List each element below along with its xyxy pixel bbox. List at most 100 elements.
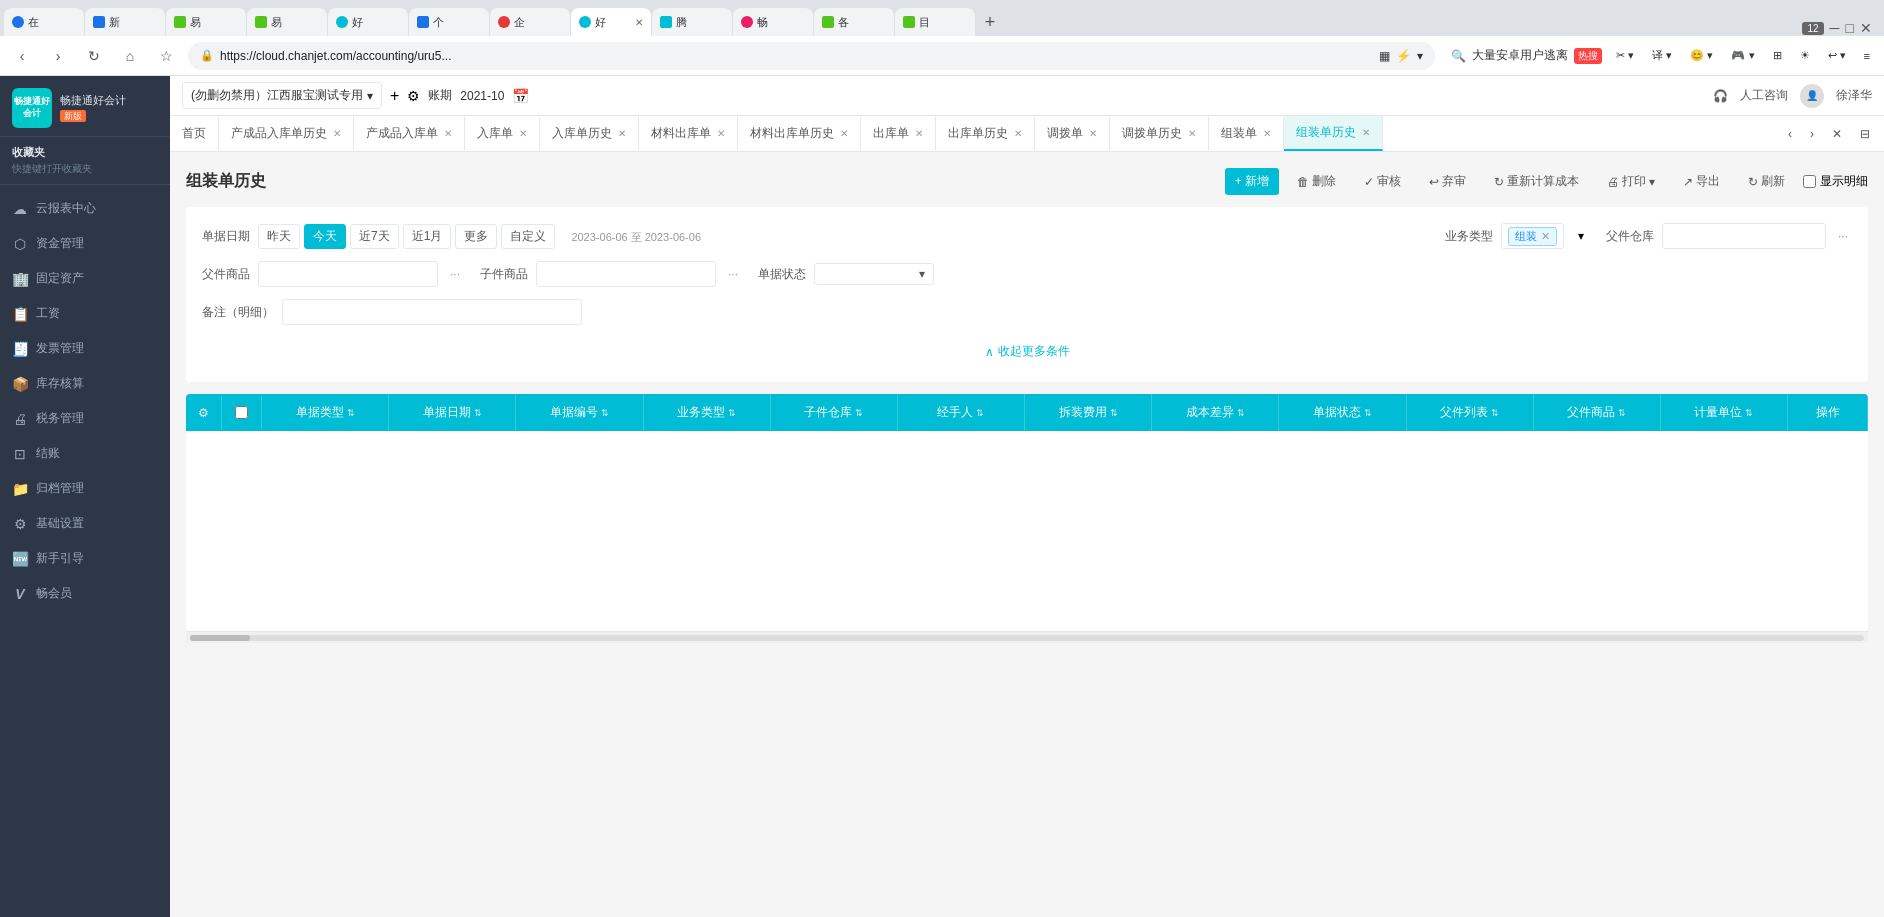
parent-goods-more[interactable]: ··· [446,267,464,281]
print-button[interactable]: 🖨 打印 ▾ [1597,168,1665,195]
browser-tab-6[interactable]: 个 [409,8,489,36]
menu-tool[interactable]: ≡ [1858,48,1876,64]
browser-tab-7[interactable]: 企 [490,8,570,36]
tab-prod-inbound-history-close[interactable]: ✕ [333,128,341,139]
th-unit[interactable]: 计量单位 ⇅ [1661,394,1788,431]
tab-transfer-history-close[interactable]: ✕ [1188,128,1196,139]
tab-inbound-history[interactable]: 入库单历史 ✕ [540,117,639,150]
tab-inbound[interactable]: 入库单 ✕ [465,117,540,150]
notes-input[interactable] [282,299,582,325]
sidebar-item-new-guide[interactable]: 🆕 新手引导 [0,541,170,576]
th-biz-type[interactable]: 业务类型 ⇅ [644,394,771,431]
browser-tab-5[interactable]: 好 [328,8,408,36]
date-btn-more[interactable]: 更多 [455,224,497,249]
parent-warehouse-more[interactable]: ··· [1834,229,1852,243]
sidebar-item-invoice[interactable]: 🧾 发票管理 [0,331,170,366]
approve-button[interactable]: ✓ 审核 [1354,168,1411,195]
slip-status-dropdown[interactable]: ▾ [814,263,934,285]
translate-tool[interactable]: 译 ▾ [1646,46,1678,65]
th-disassembly-cost[interactable]: 拆装费用 ⇅ [1025,394,1152,431]
scrollbar-track[interactable] [190,635,1864,641]
th-gear[interactable]: ⚙ [186,396,222,430]
date-btn-custom[interactable]: 自定义 [501,224,555,249]
tab-material-outbound-history-close[interactable]: ✕ [840,128,848,139]
service-label[interactable]: 人工咨询 [1740,87,1788,104]
delete-button[interactable]: 🗑 删除 [1287,168,1346,195]
tab-material-outbound[interactable]: 材料出库单 ✕ [639,117,738,150]
sidebar-item-inventory[interactable]: 📦 库存核算 [0,366,170,401]
collapse-bar[interactable]: ∧ 收起更多条件 [202,337,1852,366]
date-btn-7days[interactable]: 近7天 [350,224,399,249]
user-name[interactable]: 徐泽华 [1836,87,1872,104]
th-handler[interactable]: 经手人 ⇅ [898,394,1025,431]
refresh-button[interactable]: ↻ [80,42,108,70]
tab-transfer-close[interactable]: ✕ [1089,128,1097,139]
biz-type-dropdown[interactable]: ▾ [1572,227,1590,245]
sidebar-item-fund-mgmt[interactable]: ⬡ 资金管理 [0,226,170,261]
parent-warehouse-input[interactable] [1662,223,1826,249]
minimize-button[interactable]: ─ [1830,20,1840,36]
tab-more[interactable]: ⊟ [1852,123,1878,145]
sidebar-item-payroll[interactable]: 📋 工资 [0,296,170,331]
reject-button[interactable]: ↩ 弃审 [1419,168,1476,195]
th-parent-list[interactable]: 父件列表 ⇅ [1407,394,1534,431]
browser-tab-12[interactable]: 目 [895,8,975,36]
th-parent-goods[interactable]: 父件商品 ⇅ [1534,394,1661,431]
tab-outbound-history[interactable]: 出库单历史 ✕ [936,117,1035,150]
notes-field[interactable] [289,305,575,319]
calendar-icon[interactable]: 📅 [512,88,529,104]
parent-goods-field[interactable] [265,267,431,281]
th-checkbox[interactable] [222,396,262,429]
tab-prod-inbound-history[interactable]: 产成品入库单历史 ✕ [219,117,354,150]
parent-warehouse-field[interactable] [1669,229,1819,243]
recalc-cost-button[interactable]: ↻ 重新计算成本 [1484,168,1589,195]
tab-outbound-close[interactable]: ✕ [915,128,923,139]
tab-material-outbound-history[interactable]: 材料出库单历史 ✕ [738,117,861,150]
sidebar-item-checkout[interactable]: ⊡ 结账 [0,436,170,471]
sidebar-item-fixed-assets[interactable]: 🏢 固定资产 [0,261,170,296]
settings-icon[interactable]: ⚙ [407,88,420,104]
export-button[interactable]: ↗ 导出 [1673,168,1730,195]
date-btn-1month[interactable]: 近1月 [403,224,452,249]
tab-scroll-left[interactable]: ‹ [1780,123,1800,145]
favorites-subtitle[interactable]: 快捷键打开收藏夹 [12,162,158,176]
th-child-warehouse[interactable]: 子件仓库 ⇅ [771,394,898,431]
tab-assembly-close[interactable]: ✕ [1263,128,1271,139]
date-btn-yesterday[interactable]: 昨天 [258,224,300,249]
grid-tool[interactable]: ⊞ [1767,47,1788,64]
browser-tab-1[interactable]: 在 [4,8,84,36]
sidebar-item-archive[interactable]: 📁 归档管理 [0,471,170,506]
url-bar[interactable]: 🔒 https://cloud.chanjet.com/accounting/u… [188,42,1435,70]
browser-tab-9[interactable]: 腾 [652,8,732,36]
tab-home[interactable]: 首页 [170,117,219,150]
home-button[interactable]: ⌂ [116,42,144,70]
show-detail-checkbox[interactable] [1803,175,1816,188]
browser-tab-4[interactable]: 易 [247,8,327,36]
tab-scroll-right[interactable]: › [1802,123,1822,145]
browser-tab-10[interactable]: 畅 [733,8,813,36]
tab-inbound-history-close[interactable]: ✕ [618,128,626,139]
biz-type-tag-group[interactable]: 组装 ✕ [1501,223,1564,249]
child-goods-field[interactable] [543,267,709,281]
browser-tab-2[interactable]: 新 [85,8,165,36]
th-slip-type[interactable]: 单据类型 ⇅ [262,394,389,431]
sidebar-item-cloud-report[interactable]: ☁ 云报表中心 [0,191,170,226]
tab-outbound-history-close[interactable]: ✕ [1014,128,1022,139]
scrollbar-thumb[interactable] [190,635,250,641]
dropdown-arrow[interactable]: ▾ [1417,49,1423,63]
tab-close-all[interactable]: ✕ [1824,123,1850,145]
new-tab-button[interactable]: + [976,8,1004,36]
biz-type-tag-close[interactable]: ✕ [1541,230,1550,243]
tab-transfer[interactable]: 调拨单 ✕ [1035,117,1110,150]
add-company-icon[interactable]: + [390,87,399,105]
select-all-checkbox[interactable] [235,406,248,419]
tab-assembly[interactable]: 组装单 ✕ [1209,117,1284,150]
qr-icon[interactable]: ▦ [1379,49,1390,63]
browser-tab-3[interactable]: 易 [166,8,246,36]
browser-tab-11[interactable]: 各 [814,8,894,36]
th-slip-date[interactable]: 单据日期 ⇅ [389,394,516,431]
back-button[interactable]: ‹ [8,42,36,70]
undo-tool[interactable]: ↩ ▾ [1822,47,1852,64]
company-selector[interactable]: (勿删勿禁用）江西服宝测试专用 ▾ [182,82,382,109]
th-slip-status[interactable]: 单据状态 ⇅ [1279,394,1406,431]
